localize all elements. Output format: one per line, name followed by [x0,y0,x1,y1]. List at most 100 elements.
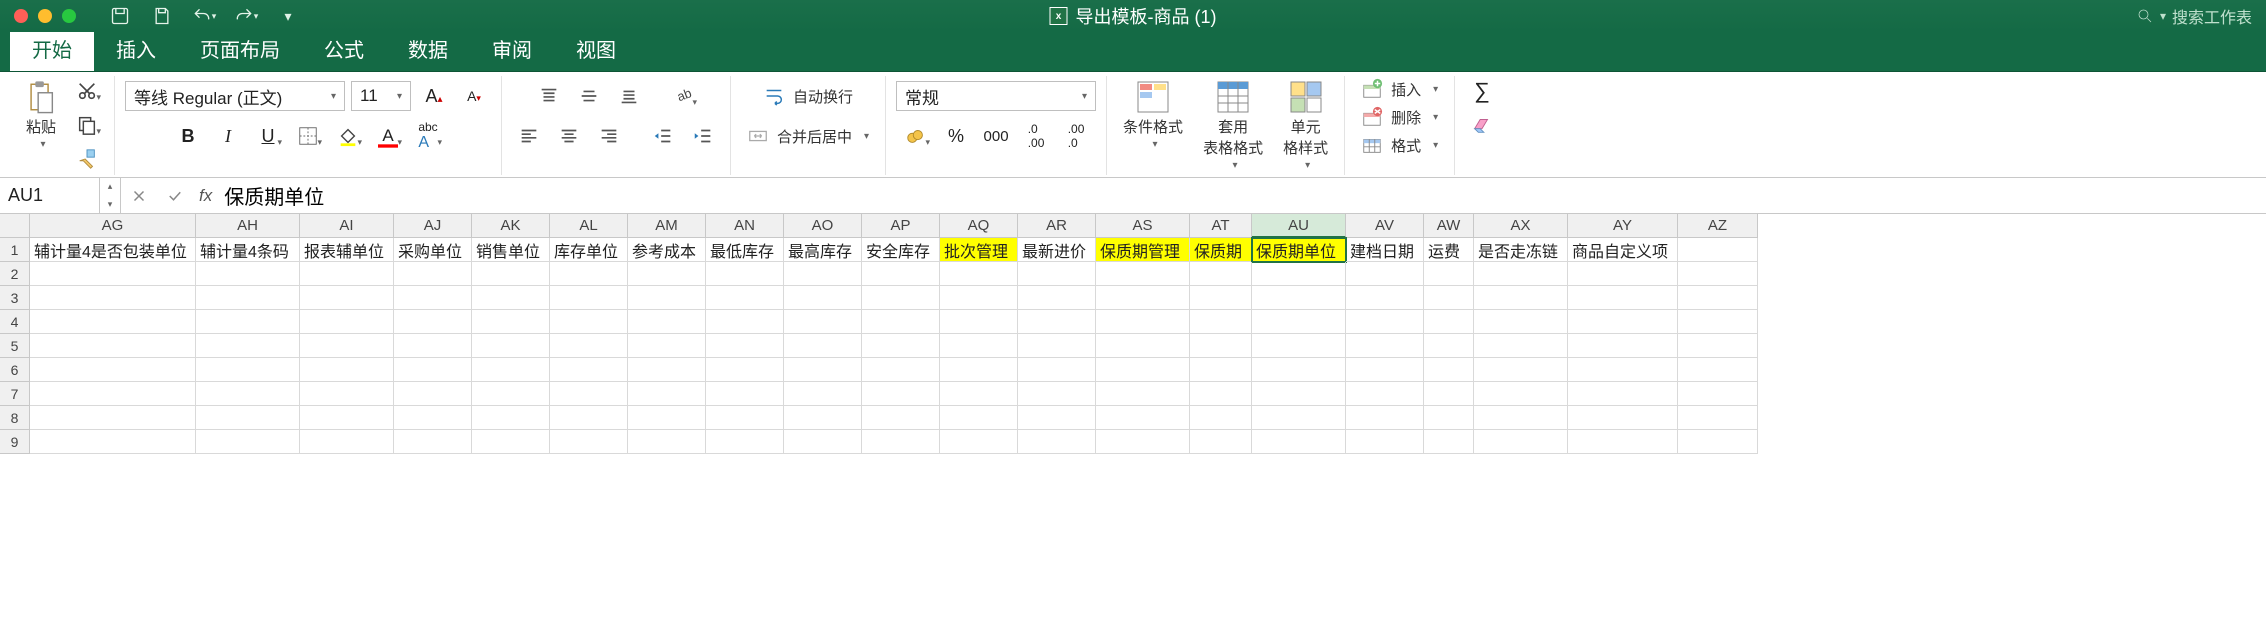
cell-AS8[interactable] [1096,406,1190,430]
fx-icon[interactable]: fx [193,186,218,206]
tab-home[interactable]: 开始 [10,26,94,71]
cell-AT8[interactable] [1190,406,1252,430]
cell-AH7[interactable] [196,382,300,406]
cell-AJ4[interactable] [394,310,472,334]
cell-AQ8[interactable] [940,406,1018,430]
cell-AJ2[interactable] [394,262,472,286]
cell-AZ5[interactable] [1678,334,1758,358]
paste-button[interactable]: 粘贴 [18,76,64,174]
cell-AP9[interactable] [862,430,940,454]
increase-indent-button[interactable] [686,121,720,151]
font-name-selector[interactable]: 等线 Regular (正文) [125,81,345,111]
column-header-AV[interactable]: AV [1346,214,1424,238]
cell-AR3[interactable] [1018,286,1096,310]
cell-AM8[interactable] [628,406,706,430]
column-header-AG[interactable]: AG [30,214,196,238]
decrease-decimal-button[interactable]: .00.0 [1059,121,1093,151]
cell-AU9[interactable] [1252,430,1346,454]
enter-formula-button[interactable] [157,187,193,205]
cell-AG2[interactable] [30,262,196,286]
border-button[interactable] [291,121,325,151]
cell-AL2[interactable] [550,262,628,286]
cell-AO1[interactable]: 最高库存 [784,238,862,262]
cell-AO8[interactable] [784,406,862,430]
minimize-window-button[interactable] [38,9,52,23]
italic-button[interactable]: I [211,121,245,151]
cell-AQ7[interactable] [940,382,1018,406]
column-header-AY[interactable]: AY [1568,214,1678,238]
row-header-1[interactable]: 1 [0,238,30,262]
cell-AI4[interactable] [300,310,394,334]
cell-AQ1[interactable]: 批次管理 [940,238,1018,262]
fill-color-button[interactable] [331,121,365,151]
increase-decimal-button[interactable]: .0.00 [1019,121,1053,151]
decrease-indent-button[interactable] [646,121,680,151]
cell-AW8[interactable] [1424,406,1474,430]
cell-AP2[interactable] [862,262,940,286]
cell-AO3[interactable] [784,286,862,310]
cell-AM6[interactable] [628,358,706,382]
cell-AZ9[interactable] [1678,430,1758,454]
cell-AU5[interactable] [1252,334,1346,358]
cell-AW5[interactable] [1424,334,1474,358]
cell-AI7[interactable] [300,382,394,406]
column-header-AW[interactable]: AW [1424,214,1474,238]
cell-AH6[interactable] [196,358,300,382]
cell-AP4[interactable] [862,310,940,334]
cell-AX9[interactable] [1474,430,1568,454]
row-header-2[interactable]: 2 [0,262,30,286]
cell-AV2[interactable] [1346,262,1424,286]
cell-AS7[interactable] [1096,382,1190,406]
cell-AQ6[interactable] [940,358,1018,382]
cell-AH8[interactable] [196,406,300,430]
tab-review[interactable]: 审阅 [470,26,554,71]
cell-AO2[interactable] [784,262,862,286]
cell-AH3[interactable] [196,286,300,310]
cell-AR9[interactable] [1018,430,1096,454]
tab-formulas[interactable]: 公式 [302,26,386,71]
cell-AR2[interactable] [1018,262,1096,286]
cell-AJ3[interactable] [394,286,472,310]
column-header-AS[interactable]: AS [1096,214,1190,238]
cell-AU6[interactable] [1252,358,1346,382]
cell-AG8[interactable] [30,406,196,430]
cell-AN6[interactable] [706,358,784,382]
select-all-corner[interactable] [0,214,30,238]
cell-AG1[interactable]: 辅计量4是否包装单位 [30,238,196,262]
cell-AS1[interactable]: 保质期管理 [1096,238,1190,262]
cell-AV1[interactable]: 建档日期 [1346,238,1424,262]
cell-AN2[interactable] [706,262,784,286]
formula-input[interactable] [218,184,2266,207]
cell-AI3[interactable] [300,286,394,310]
cell-AS3[interactable] [1096,286,1190,310]
column-header-AN[interactable]: AN [706,214,784,238]
cell-AK9[interactable] [472,430,550,454]
cell-AX8[interactable] [1474,406,1568,430]
cell-AK7[interactable] [472,382,550,406]
row-header-8[interactable]: 8 [0,406,30,430]
cell-AH4[interactable] [196,310,300,334]
cell-AG9[interactable] [30,430,196,454]
align-left-button[interactable] [512,121,546,151]
cell-AH5[interactable] [196,334,300,358]
merge-center-button[interactable]: 合并后居中 [741,123,875,149]
font-color-button[interactable]: A [371,121,405,151]
cell-AK8[interactable] [472,406,550,430]
cell-AY4[interactable] [1568,310,1678,334]
tab-data[interactable]: 数据 [386,26,470,71]
cell-AX1[interactable]: 是否走冻链 [1474,238,1568,262]
cell-styles-button[interactable]: 单元 格样式 [1277,76,1334,175]
cell-AZ2[interactable] [1678,262,1758,286]
cell-AQ9[interactable] [940,430,1018,454]
cell-AK6[interactable] [472,358,550,382]
row-header-4[interactable]: 4 [0,310,30,334]
cell-AT6[interactable] [1190,358,1252,382]
column-header-AT[interactable]: AT [1190,214,1252,238]
cell-AM1[interactable]: 参考成本 [628,238,706,262]
phonetic-guide-button[interactable]: abcA [411,121,445,151]
increase-font-button[interactable]: A▴ [417,81,451,111]
cell-AY8[interactable] [1568,406,1678,430]
cell-AO5[interactable] [784,334,862,358]
customize-qat-icon[interactable]: ▾ [274,4,302,28]
cell-AI8[interactable] [300,406,394,430]
